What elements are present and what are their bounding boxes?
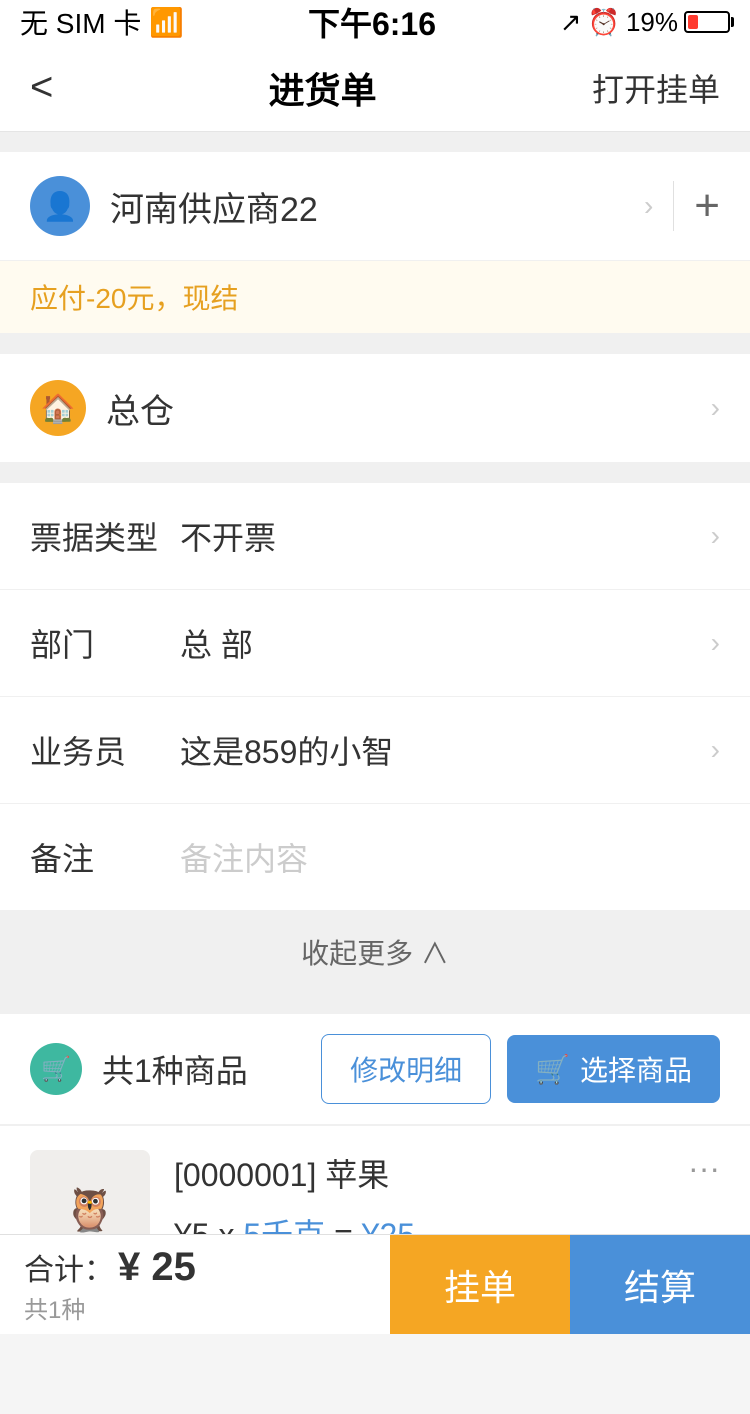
open-pending-button[interactable]: 打开挂单 [592, 65, 720, 111]
total-count: 共1种 [24, 1290, 366, 1325]
salesman-row[interactable]: 业务员 这是859的小智 › [0, 696, 750, 803]
product-count-icon: 🛒 [30, 1043, 82, 1095]
wifi-icon: 📶 [149, 6, 184, 39]
warehouse-chevron-icon: › [711, 392, 720, 424]
supplier-avatar: 👤 [30, 176, 90, 236]
divider-4 [0, 994, 750, 1014]
battery-text: 19% [626, 7, 678, 38]
alarm-icon: ⏰ [588, 7, 620, 38]
department-chevron-icon: › [711, 627, 720, 659]
status-carrier: 无 SIM 卡 📶 [20, 2, 184, 42]
modify-detail-button[interactable]: 修改明细 [321, 1034, 491, 1104]
battery-fill [688, 15, 698, 29]
remark-input[interactable]: 备注内容 [180, 834, 720, 880]
total-label: 合计： [24, 1245, 114, 1289]
cart-icon: 🛒 [41, 1055, 71, 1084]
select-label: 选择商品 [580, 1049, 692, 1089]
invoice-label: 票据类型 [30, 513, 180, 559]
product-placeholder-icon: 🦉 [64, 1186, 116, 1235]
total-amount: ¥ 25 [118, 1245, 196, 1290]
select-product-button[interactable]: 🛒 选择商品 [507, 1035, 720, 1103]
warehouse-card[interactable]: 🏠 总仓 › [0, 354, 750, 462]
pending-button[interactable]: 挂单 [390, 1235, 570, 1334]
nav-bar: < 进货单 打开挂单 [0, 44, 750, 132]
warehouse-row[interactable]: 🏠 总仓 › [0, 354, 750, 462]
collapse-bar[interactable]: 收起更多 ∧ [0, 910, 750, 994]
battery-icon [684, 11, 730, 33]
more-options-button[interactable]: ··· [688, 1150, 720, 1187]
warehouse-name: 总仓 [106, 384, 711, 433]
department-row[interactable]: 部门 总 部 › [0, 589, 750, 696]
back-button[interactable]: < [30, 65, 53, 110]
supplier-chevron-icon: › [644, 190, 653, 222]
product-count: 共1种商品 [102, 1046, 321, 1092]
supplier-row[interactable]: 👤 河南供应商22 › + [0, 152, 750, 261]
salesman-chevron-icon: › [711, 734, 720, 766]
total-section: 合计： ¥ 25 共1种 [0, 1235, 390, 1334]
invoice-chevron-icon: › [711, 520, 720, 552]
form-card: 票据类型 不开票 › 部门 总 部 › 业务员 这是859的小智 › 备注 备注… [0, 482, 750, 910]
divider-3 [0, 462, 750, 482]
product-code: [0000001] [174, 1157, 316, 1193]
product-name: [0000001] 苹果 [174, 1150, 688, 1196]
vertical-divider [673, 181, 674, 231]
avatar-icon: 👤 [43, 190, 78, 223]
divider-2 [0, 334, 750, 354]
product-header: 🛒 共1种商品 修改明细 🛒 选择商品 [0, 1014, 750, 1125]
remark-label: 备注 [30, 834, 180, 880]
warehouse-icon: 🏠 [30, 380, 86, 436]
info-banner: 应付-20元，现结 [0, 261, 750, 334]
top-divider [0, 132, 750, 152]
checkout-button[interactable]: 结算 [570, 1235, 750, 1334]
bottom-bar: 合计： ¥ 25 共1种 挂单 结算 [0, 1234, 750, 1334]
page-title: 进货单 [269, 62, 377, 114]
salesman-value: 这是859的小智 [180, 727, 711, 773]
location-icon: ↗ [560, 7, 582, 38]
status-time: 下午6:16 [308, 0, 436, 45]
add-supplier-button[interactable]: + [694, 181, 720, 231]
department-label: 部门 [30, 620, 180, 666]
carrier-text: 无 SIM 卡 [20, 2, 141, 42]
invoice-row[interactable]: 票据类型 不开票 › [0, 482, 750, 589]
select-icon: 🛒 [535, 1053, 570, 1086]
supplier-name: 河南供应商22 [110, 182, 644, 231]
status-bar: 无 SIM 卡 📶 下午6:16 ↗ ⏰ 19% [0, 0, 750, 44]
status-right: ↗ ⏰ 19% [560, 7, 730, 38]
salesman-label: 业务员 [30, 727, 180, 773]
remark-row[interactable]: 备注 备注内容 [0, 803, 750, 910]
department-value: 总 部 [180, 620, 711, 666]
supplier-card: 👤 河南供应商22 › + 应付-20元，现结 [0, 152, 750, 334]
invoice-value: 不开票 [180, 513, 711, 559]
product-title: 苹果 [325, 1157, 389, 1193]
